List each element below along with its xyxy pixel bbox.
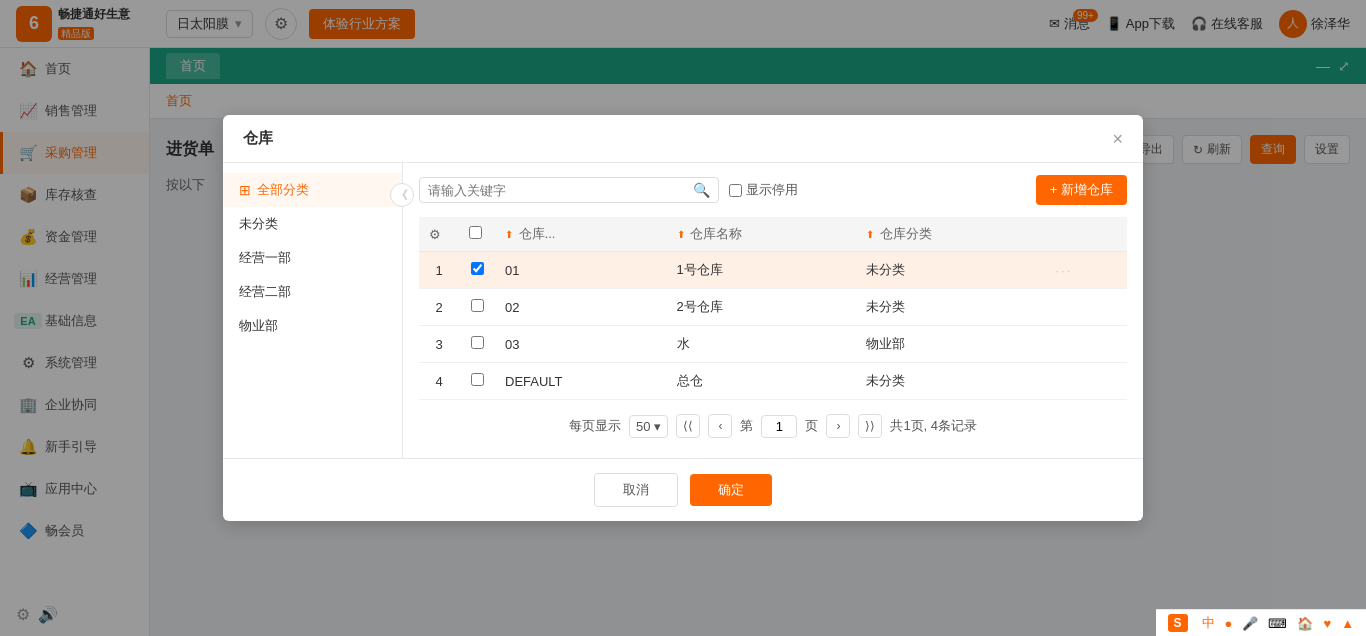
pagination: 每页显示 50 ▾ ⟨⟨ ‹ 第 页 › ⟩⟩ 共1页, 4条记录 (419, 400, 1127, 446)
cat-item-property[interactable]: 物业部 (223, 309, 402, 343)
row-code: DEFAULT (495, 363, 667, 400)
warehouse-table: ⚙ ⬆ 仓库... ⬆ (419, 217, 1127, 400)
sort-icon: ⬆ (866, 229, 874, 240)
cat-item-dept2[interactable]: 经营二部 (223, 275, 402, 309)
row-checkbox[interactable] (459, 252, 495, 289)
row-checkbox[interactable] (459, 289, 495, 326)
table-body: 1 01 1号仓库 未分类 ··· 2 02 2号仓库 未分类 3 03 水 物… (419, 252, 1127, 400)
row-index: 4 (419, 363, 459, 400)
table-row[interactable]: 2 02 2号仓库 未分类 (419, 289, 1127, 326)
table-row[interactable]: 4 DEFAULT 总仓 未分类 (419, 363, 1127, 400)
collapse-sidebar-button[interactable]: 《 (390, 183, 414, 207)
add-warehouse-button[interactable]: + 新增仓库 (1036, 175, 1127, 205)
row-name: 1号仓库 (667, 252, 856, 289)
dialog-body: 《 ⊞ 全部分类 未分类 经营一部 经营二部 物业部 (223, 163, 1143, 458)
bottom-logo: S (1168, 614, 1188, 632)
search-icon[interactable]: 🔍 (693, 182, 710, 198)
row-category: 未分类 (856, 289, 1045, 326)
heart-icon[interactable]: ♥ (1323, 616, 1331, 631)
last-page-button[interactable]: ⟩⟩ (858, 414, 882, 438)
col-checkbox (459, 217, 495, 252)
table-container: ⚙ ⬆ 仓库... ⬆ (419, 217, 1127, 400)
page-number-input[interactable] (761, 415, 797, 438)
sort-icon: ⬆ (505, 229, 513, 240)
row-actions (1045, 363, 1127, 400)
col-actions (1045, 217, 1127, 252)
row-name: 水 (667, 326, 856, 363)
grid-icon: ⊞ (239, 182, 251, 198)
col-settings: ⚙ (419, 217, 459, 252)
select-all-checkbox[interactable] (469, 226, 482, 239)
dialog-title: 仓库 (243, 129, 273, 148)
table-area: 🔍 显示停用 + 新增仓库 ⚙ (403, 163, 1143, 458)
col-name: ⬆ 仓库名称 (667, 217, 856, 252)
table-row[interactable]: 1 01 1号仓库 未分类 ··· (419, 252, 1127, 289)
warehouse-dialog: 仓库 × 《 ⊞ 全部分类 未分类 经营一部 经营二部 (223, 115, 1143, 521)
dialog-header: 仓库 × (223, 115, 1143, 163)
next-page-button[interactable]: › (826, 414, 850, 438)
dialog-overlay: 仓库 × 《 ⊞ 全部分类 未分类 经营一部 经营二部 (0, 0, 1366, 636)
page-size-selector[interactable]: 50 ▾ (629, 415, 668, 438)
cat-item-dept1[interactable]: 经营一部 (223, 241, 402, 275)
keyboard-icon[interactable]: ⌨ (1268, 616, 1287, 631)
mic-icon[interactable]: 🎤 (1242, 616, 1258, 631)
row-name: 总仓 (667, 363, 856, 400)
gear-icon: ⚙ (429, 227, 441, 242)
show-disabled-label[interactable]: 显示停用 (729, 181, 798, 199)
row-index: 1 (419, 252, 459, 289)
row-actions: ··· (1045, 252, 1127, 289)
dialog-close-button[interactable]: × (1112, 130, 1123, 148)
row-checkbox[interactable] (459, 326, 495, 363)
row-code: 01 (495, 252, 667, 289)
row-index: 3 (419, 326, 459, 363)
cat-item-unclassified[interactable]: 未分类 (223, 207, 402, 241)
row-code: 02 (495, 289, 667, 326)
chevron-down-icon: ▾ (654, 419, 661, 434)
search-box: 🔍 (419, 177, 719, 203)
first-page-button[interactable]: ⟨⟨ (676, 414, 700, 438)
arrow-up-icon[interactable]: ▲ (1341, 616, 1354, 631)
show-disabled-checkbox[interactable] (729, 184, 742, 197)
sort-icon: ⬆ (677, 229, 685, 240)
row-category: 未分类 (856, 363, 1045, 400)
row-actions (1045, 289, 1127, 326)
chinese-icon[interactable]: 中 (1202, 614, 1215, 632)
row-index: 2 (419, 289, 459, 326)
cancel-button[interactable]: 取消 (594, 473, 678, 507)
bottom-bar: S 中 ● 🎤 ⌨ 🏠 ♥ ▲ (1156, 609, 1366, 636)
cat-item-all[interactable]: ⊞ 全部分类 (223, 173, 402, 207)
row-name: 2号仓库 (667, 289, 856, 326)
col-category: ⬆ 仓库分类 (856, 217, 1045, 252)
row-category: 物业部 (856, 326, 1045, 363)
prev-page-button[interactable]: ‹ (708, 414, 732, 438)
dialog-footer: 取消 确定 (223, 458, 1143, 521)
row-actions (1045, 326, 1127, 363)
row-category: 未分类 (856, 252, 1045, 289)
table-row[interactable]: 3 03 水 物业部 (419, 326, 1127, 363)
row-code: 03 (495, 326, 667, 363)
dot-icon: ● (1225, 616, 1233, 631)
col-code: ⬆ 仓库... (495, 217, 667, 252)
more-actions-icon[interactable]: ··· (1055, 263, 1072, 278)
search-input[interactable] (428, 183, 687, 198)
confirm-button[interactable]: 确定 (690, 474, 772, 506)
row-checkbox[interactable] (459, 363, 495, 400)
home-taskbar-icon[interactable]: 🏠 (1297, 616, 1313, 631)
category-sidebar: 《 ⊞ 全部分类 未分类 经营一部 经营二部 物业部 (223, 163, 403, 458)
table-toolbar: 🔍 显示停用 + 新增仓库 (419, 175, 1127, 205)
